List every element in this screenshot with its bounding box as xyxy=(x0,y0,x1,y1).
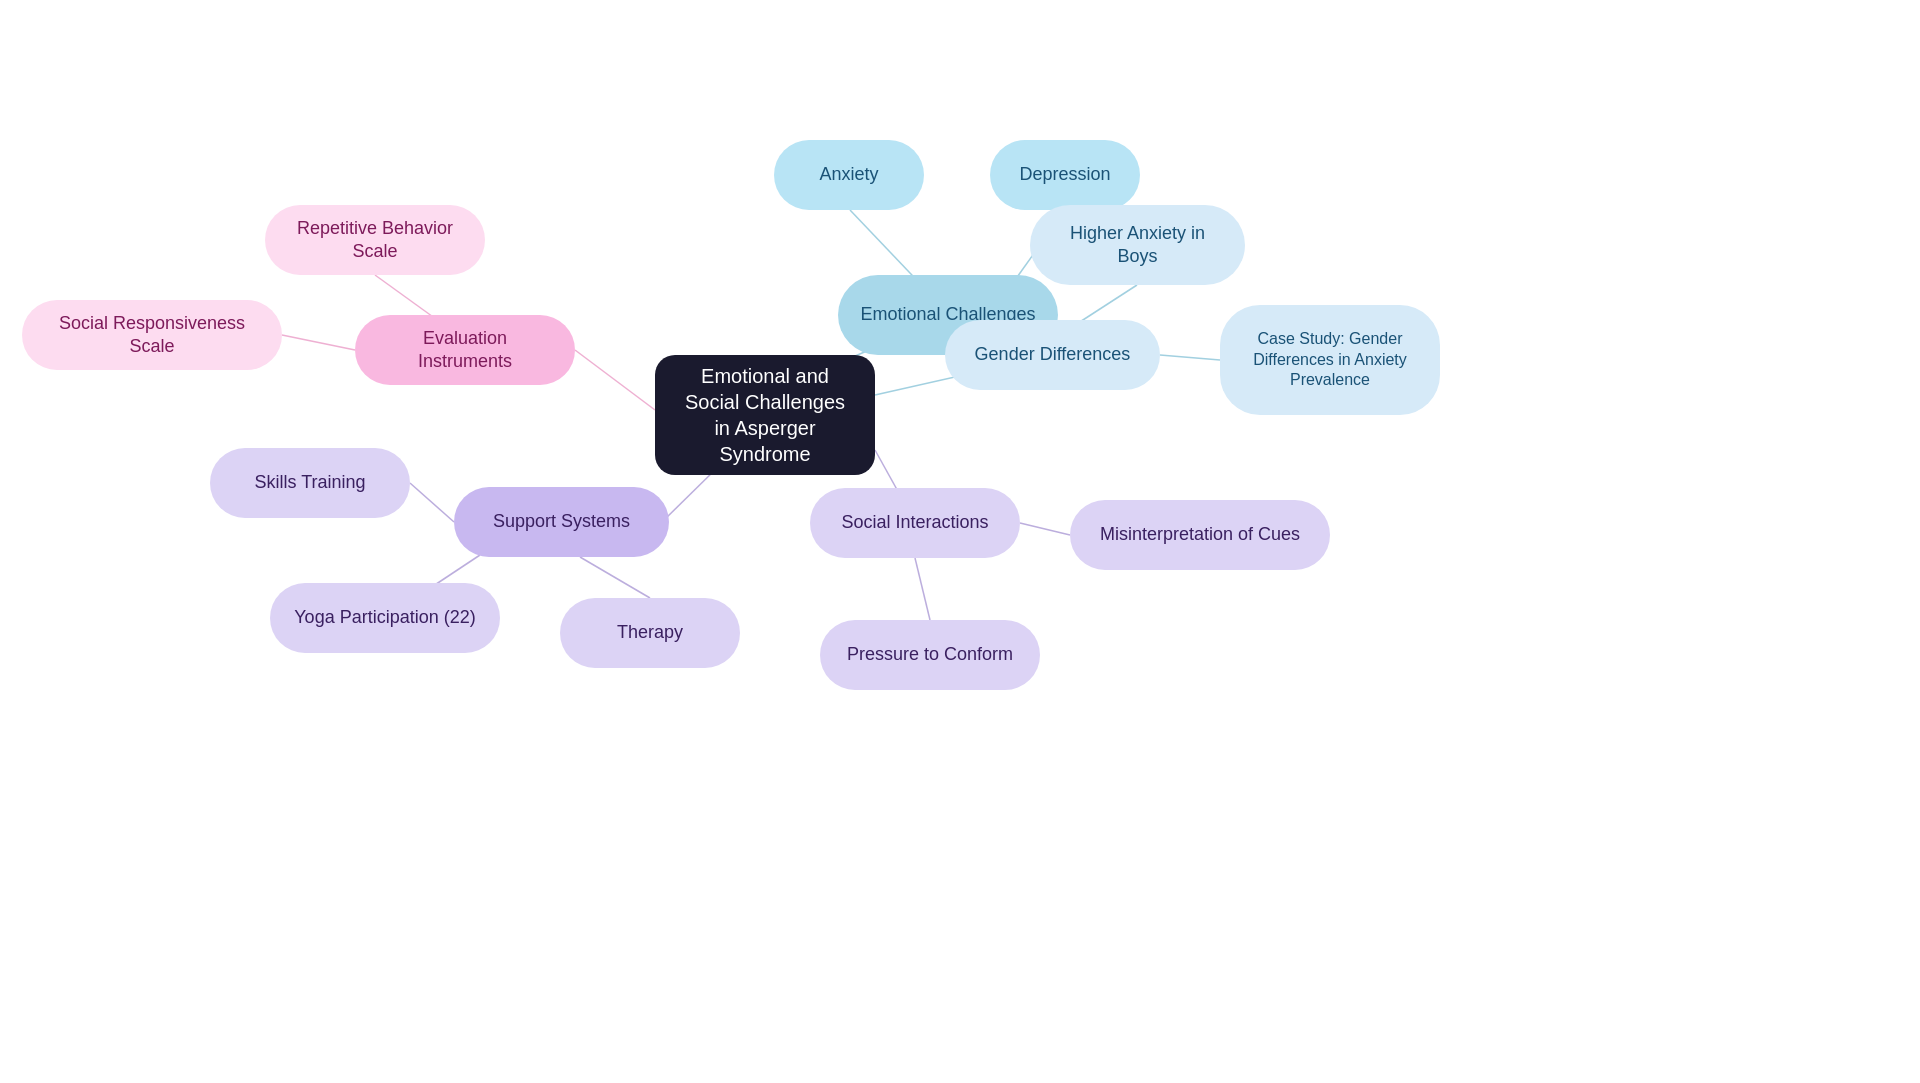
svg-line-3 xyxy=(575,350,655,410)
yoga-participation-node[interactable]: Yoga Participation (22) xyxy=(270,583,500,653)
misinterpretation-node[interactable]: Misinterpretation of Cues xyxy=(1070,500,1330,570)
gender-differences-node[interactable]: Gender Differences xyxy=(945,320,1160,390)
center-node[interactable]: Emotional and Social Challenges in Asper… xyxy=(655,355,875,475)
svg-line-12 xyxy=(580,557,650,598)
higher-anxiety-node[interactable]: Higher Anxiety in Boys xyxy=(1030,205,1245,285)
case-study-node[interactable]: Case Study: Gender Differences in Anxiet… xyxy=(1220,305,1440,415)
svg-line-8 xyxy=(1160,355,1220,360)
social-interactions-node[interactable]: Social Interactions xyxy=(810,488,1020,558)
svg-line-15 xyxy=(915,558,930,620)
social-responsiveness-node[interactable]: Social Responsiveness Scale xyxy=(22,300,282,370)
svg-line-10 xyxy=(410,483,454,522)
svg-line-14 xyxy=(1020,523,1070,535)
anxiety-node[interactable]: Anxiety xyxy=(774,140,924,210)
svg-line-5 xyxy=(282,335,355,350)
repetitive-behavior-node[interactable]: Repetitive Behavior Scale xyxy=(265,205,485,275)
skills-training-node[interactable]: Skills Training xyxy=(210,448,410,518)
pressure-conform-node[interactable]: Pressure to Conform xyxy=(820,620,1040,690)
eval-instruments-node[interactable]: Evaluation Instruments xyxy=(355,315,575,385)
depression-node[interactable]: Depression xyxy=(990,140,1140,210)
support-systems-node[interactable]: Support Systems xyxy=(454,487,669,557)
therapy-node[interactable]: Therapy xyxy=(560,598,740,668)
